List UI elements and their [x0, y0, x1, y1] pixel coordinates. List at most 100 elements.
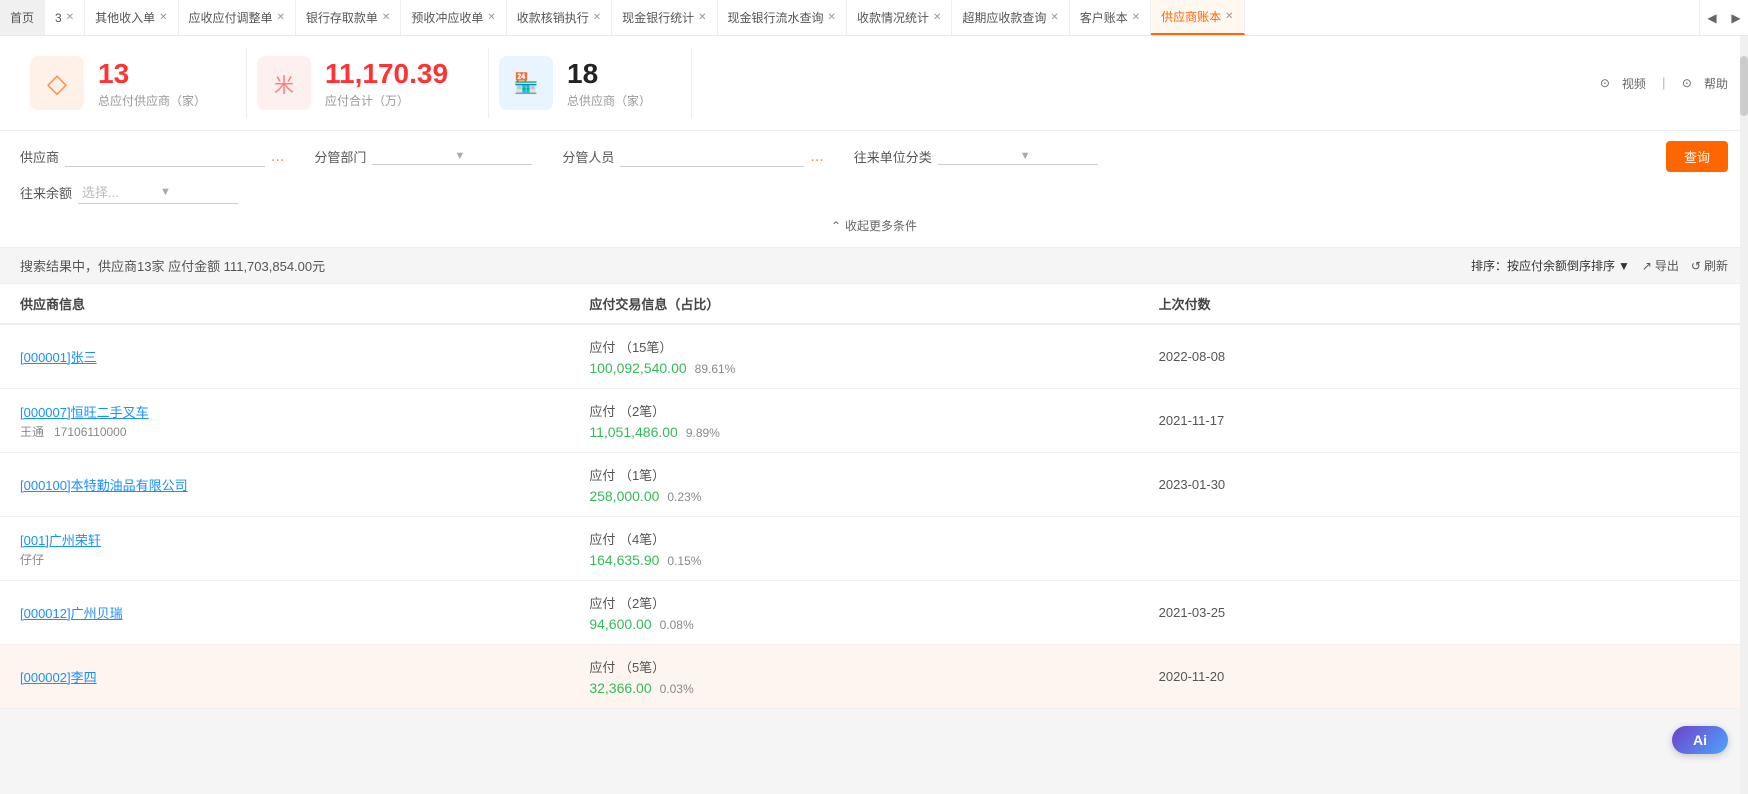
- supplier-dots[interactable]: ...: [271, 148, 284, 166]
- result-bar: 搜索结果中，供应商13家 应付金额 111,703,854.00元 排序：按应付…: [0, 248, 1748, 284]
- tab-3-close[interactable]: ✕: [66, 12, 74, 23]
- refresh-button[interactable]: ↺ 刷新: [1691, 257, 1728, 274]
- top-navigation: 首页 3 ✕ 其他收入单 ✕ 应收应付调整单 ✕ 银行存取款单 ✕ 预收冲应收单…: [0, 0, 1748, 36]
- export-icon: ↗: [1642, 259, 1652, 273]
- video-link[interactable]: 视频: [1622, 75, 1646, 92]
- filter-supplier: 供应商 ...: [20, 147, 284, 167]
- export-label: 导出: [1655, 257, 1679, 274]
- trade-label-3: 应付 （4笔）: [589, 529, 1158, 548]
- tab-bank-deposit[interactable]: 银行存取款单 ✕: [296, 0, 401, 35]
- tab-cash-stats[interactable]: 现金银行统计 ✕: [612, 0, 717, 35]
- export-button[interactable]: ↗ 导出: [1642, 257, 1679, 274]
- tab-customer-account-close[interactable]: ✕: [1132, 12, 1140, 23]
- last-pay-cell-5: 2020-11-20: [1159, 669, 1728, 684]
- table-row: [000002]李四 应付 （5笔） 32,366.000.03% 2020-1…: [0, 645, 1748, 709]
- tab-adjustment-close[interactable]: ✕: [277, 12, 285, 23]
- category-select[interactable]: ▼: [938, 148, 1098, 165]
- supplier-link-5[interactable]: [000002]李四: [20, 670, 97, 685]
- tab-bank-deposit-close[interactable]: ✕: [382, 12, 390, 23]
- summary-bar: ◇ 13 总应付供应商（家） 米 11,170.39 应付合计（万） 🏪 18 …: [0, 36, 1748, 131]
- tab-cash-flow[interactable]: 现金银行流水查询 ✕: [718, 0, 847, 35]
- supplier-link-4[interactable]: [000012]广州贝瑞: [20, 606, 123, 621]
- tab-other-income[interactable]: 其他收入单 ✕: [85, 0, 178, 35]
- supplier-cell-2: [000100]本特勤油品有限公司: [20, 475, 589, 494]
- last-pay-2: 2023-01-30: [1159, 477, 1226, 492]
- trade-amount-3: 164,635.900.15%: [589, 552, 1158, 568]
- last-pay-0: 2022-08-08: [1159, 349, 1226, 364]
- search-button[interactable]: 查询: [1666, 141, 1728, 172]
- table-header: 供应商信息 应付交易信息（占比） 上次付数: [0, 284, 1748, 325]
- tab-supplier-account[interactable]: 供应商账本 ✕: [1151, 0, 1244, 35]
- refresh-label: 刷新: [1704, 257, 1728, 274]
- scrollbar-track[interactable]: [1740, 36, 1748, 794]
- trade-label-2: 应付 （1笔）: [589, 465, 1158, 484]
- supplier-input[interactable]: [65, 147, 265, 167]
- tab-customer-account-label: 客户账本: [1080, 9, 1128, 26]
- tab-collection-close[interactable]: ✕: [593, 12, 601, 23]
- filter-row-1: 供应商 ... 分管部门 ▼ 分管人员 ... 往来单位分类 ▼ 查询: [20, 141, 1728, 172]
- tab-payment-stats[interactable]: 收款情况统计 ✕: [847, 0, 952, 35]
- tab-adjustment[interactable]: 应收应付调整单 ✕: [179, 0, 296, 35]
- person-dots[interactable]: ...: [810, 148, 823, 166]
- payable-suppliers-icon: ◇: [30, 56, 84, 110]
- trade-cell-0: 应付 （15笔） 100,092,540.0089.61%: [589, 337, 1158, 376]
- collapse-button[interactable]: ⌃ 收起更多条件: [20, 212, 1728, 242]
- supplier-link-3[interactable]: [001]广州荣轩: [20, 533, 101, 548]
- tab-prepay[interactable]: 预收冲应收单 ✕: [401, 0, 506, 35]
- person-label: 分管人员: [562, 147, 614, 166]
- result-summary-text: 搜索结果中，供应商13家 应付金额 111,703,854.00元: [20, 256, 325, 275]
- payable-suppliers-number: 13: [98, 58, 206, 90]
- tab-cash-stats-label: 现金银行统计: [622, 9, 694, 26]
- tab-supplier-account-label: 供应商账本: [1161, 8, 1221, 25]
- last-pay-cell-0: 2022-08-08: [1159, 349, 1728, 364]
- tab-adjustment-label: 应收应付调整单: [189, 9, 273, 26]
- supplier-cell-1: [000007]恒旺二手叉车 王通 17106110000: [20, 402, 589, 440]
- dept-label: 分管部门: [314, 147, 366, 166]
- ai-button[interactable]: Ai: [1672, 726, 1728, 754]
- trade-label-5: 应付 （5笔）: [589, 657, 1158, 676]
- tab-overdue[interactable]: 超期应收款查询 ✕: [952, 0, 1069, 35]
- tab-overdue-close[interactable]: ✕: [1050, 12, 1058, 23]
- dept-select[interactable]: ▼: [372, 148, 532, 165]
- tab-collection[interactable]: 收款核销执行 ✕: [507, 0, 612, 35]
- person-input[interactable]: [620, 147, 804, 167]
- tab-home[interactable]: 首页: [0, 0, 45, 35]
- nav-arrows: ◀ ▶: [1699, 0, 1748, 36]
- col-trade-info: 应付交易信息（占比）: [589, 294, 1158, 313]
- supplier-cell-0: [000001]张三: [20, 347, 589, 366]
- trade-cell-2: 应付 （1笔） 258,000.000.23%: [589, 465, 1158, 504]
- total-suppliers-number: 18: [567, 58, 651, 90]
- refresh-icon: ↺: [1691, 259, 1701, 273]
- tab-customer-account[interactable]: 客户账本 ✕: [1070, 0, 1151, 35]
- tab-cash-stats-close[interactable]: ✕: [698, 12, 706, 23]
- total-payable-info: 11,170.39 应付合计（万）: [325, 58, 448, 109]
- tab-bank-deposit-label: 银行存取款单: [306, 9, 378, 26]
- nav-next-btn[interactable]: ▶: [1724, 0, 1748, 36]
- trade-cell-4: 应付 （2笔） 94,600.000.08%: [589, 593, 1158, 632]
- tab-prepay-close[interactable]: ✕: [487, 12, 495, 23]
- sort-select[interactable]: 排序：按应付余额倒序排序 ▼: [1471, 257, 1630, 274]
- filter-category: 往来单位分类 ▼: [854, 147, 1098, 166]
- tab-payment-stats-close[interactable]: ✕: [933, 12, 941, 23]
- tab-supplier-account-close[interactable]: ✕: [1225, 11, 1233, 22]
- tab-cash-flow-close[interactable]: ✕: [828, 12, 836, 23]
- supplier-link-2[interactable]: [000100]本特勤油品有限公司: [20, 478, 188, 493]
- trade-amount-1: 11,051,486.009.89%: [589, 424, 1158, 440]
- nav-prev-btn[interactable]: ◀: [1700, 0, 1724, 36]
- balance-select[interactable]: 选择... ▼: [78, 180, 238, 204]
- trade-cell-5: 应付 （5笔） 32,366.000.03%: [589, 657, 1158, 696]
- help-link[interactable]: 帮助: [1704, 75, 1728, 92]
- supplier-link-1[interactable]: [000007]恒旺二手叉车: [20, 405, 149, 420]
- trade-count-2: （1笔）: [619, 468, 665, 483]
- supplier-sub-1: 王通 17106110000: [20, 423, 589, 440]
- supplier-link-0[interactable]: [000001]张三: [20, 350, 97, 365]
- supplier-cell-4: [000012]广州贝瑞: [20, 603, 589, 622]
- tab-other-income-close[interactable]: ✕: [159, 12, 167, 23]
- payable-suppliers-info: 13 总应付供应商（家）: [98, 58, 206, 109]
- scrollbar-thumb[interactable]: [1740, 56, 1748, 116]
- filter-dept: 分管部门 ▼: [314, 147, 532, 166]
- tab-3[interactable]: 3 ✕: [45, 0, 85, 35]
- trade-label-0: 应付 （15笔）: [589, 337, 1158, 356]
- trade-count-1: （2笔）: [619, 404, 665, 419]
- last-pay-1: 2021-11-17: [1159, 413, 1225, 428]
